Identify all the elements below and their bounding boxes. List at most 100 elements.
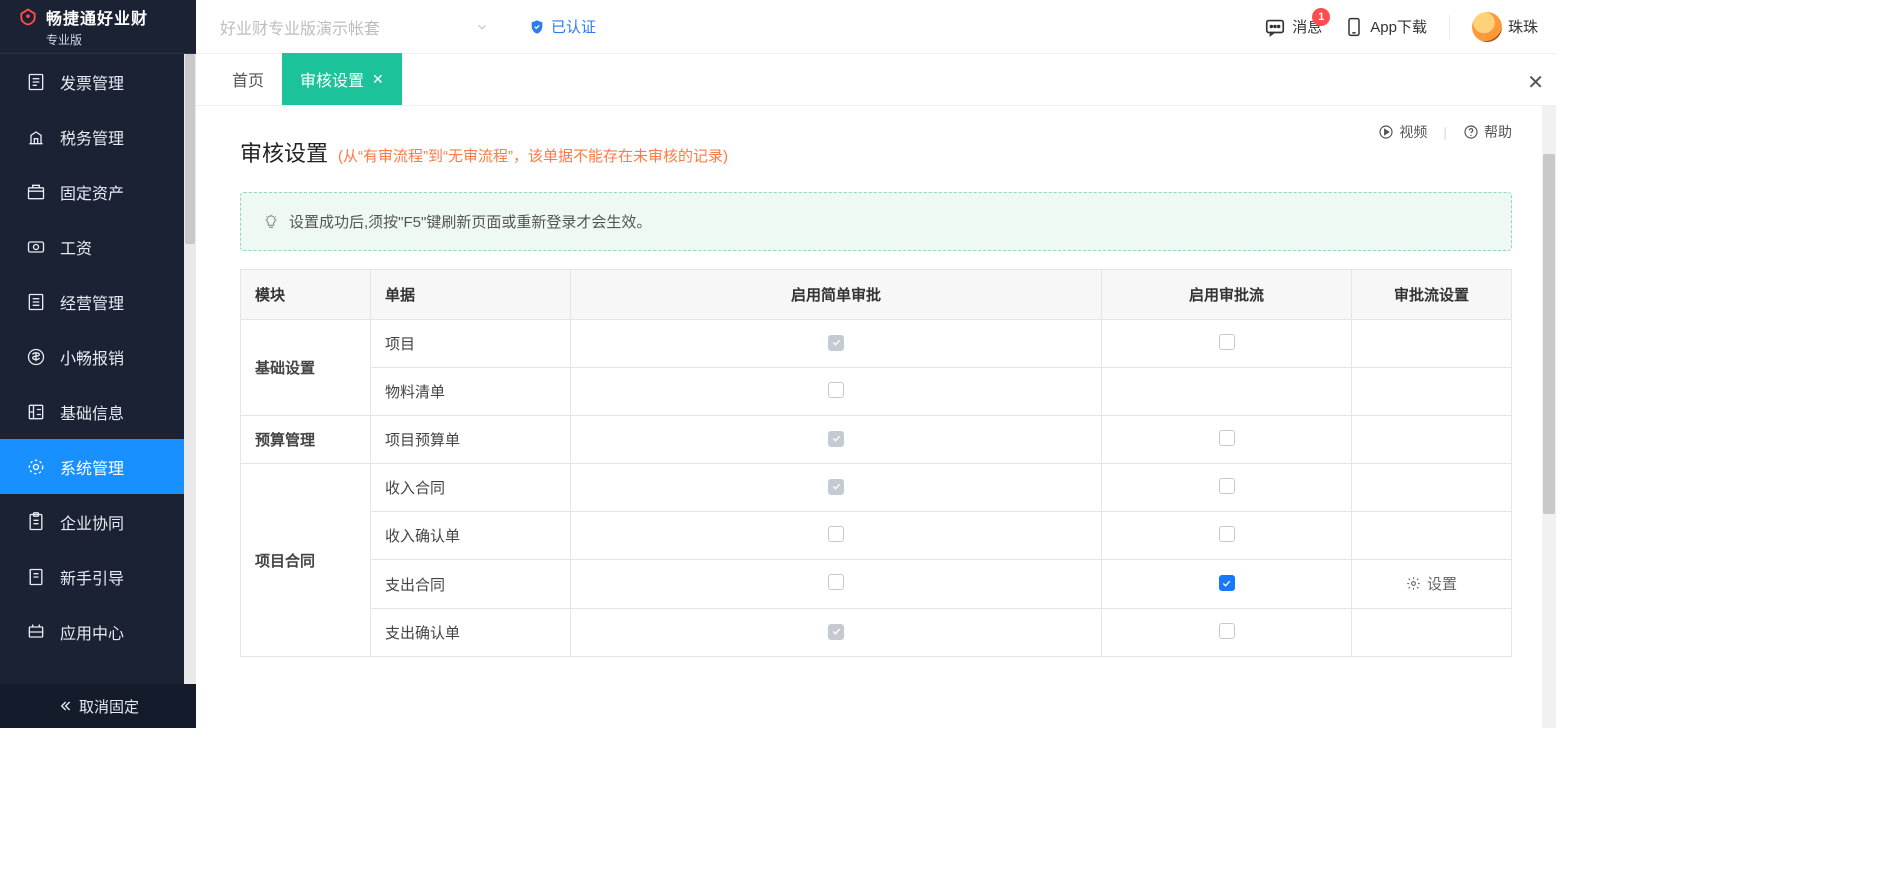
sidebar-item-label: 应用中心: [60, 620, 124, 644]
messages-badge: 1: [1312, 8, 1330, 26]
sidebar-item-label: 新手引导: [60, 565, 124, 589]
table-row: 物料清单: [241, 368, 1512, 416]
tab-bar: 首页 审核设置 ✕ ✕: [196, 54, 1556, 106]
sidebar-item-expense[interactable]: 小畅报销: [0, 329, 196, 384]
sidebar-item-label: 经营管理: [60, 290, 124, 314]
tab-active-label: 审核设置: [300, 67, 364, 91]
sidebar-item-label: 小畅报销: [60, 345, 124, 369]
tab-audit-settings[interactable]: 审核设置 ✕: [282, 53, 402, 105]
simple-approve-cell: [571, 416, 1102, 464]
sidebar-item-salary[interactable]: 工资: [0, 219, 196, 274]
user-menu[interactable]: 珠珠: [1472, 12, 1538, 42]
video-label: 视频: [1399, 122, 1427, 142]
sidebar-item-label: 基础信息: [60, 400, 124, 424]
sidebar-item-asset[interactable]: 固定资产: [0, 164, 196, 219]
simple-approve-cell: [571, 560, 1102, 609]
help-row: 视频 | 帮助: [1378, 122, 1512, 142]
verified-label: 已认证: [551, 16, 596, 37]
table-row: 收入确认单: [241, 512, 1512, 560]
checkbox[interactable]: [1219, 526, 1235, 542]
checkbox[interactable]: [828, 479, 844, 495]
brand-edition: 专业版: [46, 31, 196, 48]
table-header: 审批流设置: [1352, 270, 1512, 320]
system-icon: [26, 457, 46, 477]
guide-icon: [26, 567, 46, 587]
main-area: 首页 审核设置 ✕ ✕ 视频 | 帮助: [196, 54, 1556, 728]
content-scrollbar[interactable]: [1542, 106, 1556, 728]
sidebar-item-tax[interactable]: 税务管理: [0, 109, 196, 164]
sidebar-item-label: 企业协同: [60, 510, 124, 534]
checkbox[interactable]: [1219, 478, 1235, 494]
simple-approve-cell: [571, 464, 1102, 512]
sidebar-item-biz[interactable]: 经营管理: [0, 274, 196, 329]
verified-badge[interactable]: 已认证: [529, 16, 596, 37]
flow-approve-cell: [1102, 464, 1352, 512]
table-header: 单据: [371, 270, 571, 320]
sidebar-scrollbar-thumb[interactable]: [185, 54, 195, 244]
doc-cell: 支出确认单: [371, 609, 571, 657]
table-row: 预算管理项目预算单: [241, 416, 1512, 464]
sidebar-item-apps[interactable]: 应用中心: [0, 604, 196, 659]
simple-approve-cell: [571, 368, 1102, 416]
sidebar-item-label: 工资: [60, 235, 92, 259]
brand-logo-icon: [18, 7, 38, 27]
doc-cell: 收入确认单: [371, 512, 571, 560]
tab-home[interactable]: 首页: [214, 53, 282, 105]
checkbox[interactable]: [1219, 334, 1235, 350]
help-sep: |: [1443, 124, 1447, 140]
user-name: 珠珠: [1508, 16, 1538, 37]
sidebar-item-base[interactable]: 基础信息: [0, 384, 196, 439]
page-subtitle: (从“有审流程”到“无审流程”，该单据不能存在未审核的记录): [338, 145, 728, 166]
app-download-button[interactable]: App下载: [1344, 16, 1427, 37]
table-header: 启用简单审批: [571, 270, 1102, 320]
gear-icon: [1406, 576, 1421, 591]
tip-box: 设置成功后,须按"F5"键刷新页面或重新登录才会生效。: [240, 192, 1512, 251]
checkbox[interactable]: [828, 431, 844, 447]
salary-icon: [26, 237, 46, 257]
simple-approve-cell: [571, 512, 1102, 560]
content-scrollbar-thumb[interactable]: [1543, 154, 1555, 514]
sidebar-item-invoice[interactable]: 发票管理: [0, 54, 196, 109]
checkbox[interactable]: [1219, 575, 1235, 591]
tabs-close-all-icon[interactable]: ✕: [1527, 70, 1544, 95]
sidebar-unpin-button[interactable]: 取消固定: [0, 684, 196, 728]
base-icon: [26, 402, 46, 422]
doc-cell: 物料清单: [371, 368, 571, 416]
tab-close-icon[interactable]: ✕: [372, 71, 384, 88]
sidebar: 发票管理税务管理固定资产工资经营管理小畅报销基础信息系统管理企业协同新手引导应用…: [0, 54, 196, 728]
sidebar-item-label: 系统管理: [60, 455, 124, 479]
checkbox[interactable]: [828, 382, 844, 398]
biz-icon: [26, 292, 46, 312]
sidebar-item-collab[interactable]: 企业协同: [0, 494, 196, 549]
flow-config-cell: [1352, 320, 1512, 368]
sidebar-item-system[interactable]: 系统管理: [0, 439, 196, 494]
message-icon: [1264, 16, 1286, 38]
checkbox[interactable]: [828, 624, 844, 640]
sidebar-item-guide[interactable]: 新手引导: [0, 549, 196, 604]
tax-icon: [26, 127, 46, 147]
doc-cell: 支出合同: [371, 560, 571, 609]
flow-config-cell: [1352, 368, 1512, 416]
help-label: 帮助: [1484, 122, 1512, 142]
checkbox[interactable]: [828, 526, 844, 542]
sidebar-scrollbar[interactable]: [184, 54, 196, 684]
simple-approve-cell: [571, 609, 1102, 657]
sidebar-item-label: 税务管理: [60, 125, 124, 149]
video-help-button[interactable]: 视频: [1378, 122, 1427, 142]
account-select-text: 好业财专业版演示帐套: [220, 15, 380, 39]
help-button[interactable]: 帮助: [1463, 122, 1512, 142]
messages-button[interactable]: 消息 1: [1264, 16, 1322, 38]
shield-icon: [529, 19, 545, 35]
apps-icon: [26, 622, 46, 642]
top-separator: [1449, 15, 1450, 39]
flow-config-button[interactable]: 设置: [1406, 573, 1457, 594]
play-circle-icon: [1378, 124, 1394, 140]
checkbox[interactable]: [828, 335, 844, 351]
account-select[interactable]: 好业财专业版演示帐套: [220, 15, 489, 39]
checkbox[interactable]: [1219, 430, 1235, 446]
checkbox[interactable]: [828, 574, 844, 590]
invoice-icon: [26, 72, 46, 92]
avatar-icon: [1472, 12, 1502, 42]
checkbox[interactable]: [1219, 623, 1235, 639]
module-cell: 基础设置: [241, 320, 371, 416]
